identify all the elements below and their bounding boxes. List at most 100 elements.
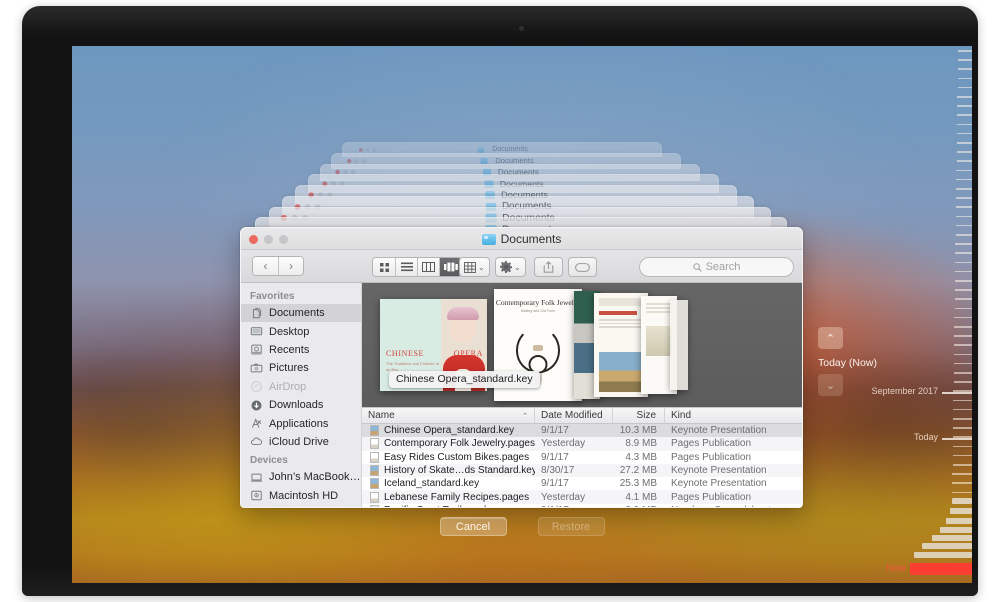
timeline-tick[interactable] — [957, 105, 972, 107]
timeline-tick[interactable] — [958, 68, 972, 70]
timeline-tick[interactable] — [953, 427, 972, 429]
timeline-bar[interactable] — [922, 543, 972, 549]
timeline-tick[interactable] — [955, 271, 972, 273]
column-header-size[interactable]: Size — [613, 408, 665, 423]
table-row[interactable]: Chinese Opera_standard.key9/1/1710.3 MBK… — [362, 424, 802, 437]
pages-doc-icon — [370, 452, 379, 463]
timeline-tick[interactable] — [953, 409, 972, 411]
timeline-tick-major[interactable] — [942, 438, 972, 440]
table-row[interactable]: Lebanese Family Recipes.pagesYesterday4.… — [362, 490, 802, 503]
timeline-tick[interactable] — [953, 464, 973, 466]
timeline-tick[interactable] — [955, 298, 972, 300]
coverflow-item-6[interactable] — [670, 300, 688, 390]
back-button[interactable]: ‹ — [253, 257, 278, 275]
timeline-tick[interactable] — [957, 142, 972, 144]
coverflow-preview[interactable]: CHINESE The Traditions and Folklore of a… — [362, 283, 802, 407]
list-view-button[interactable] — [395, 258, 417, 276]
sidebar-item-desktop[interactable]: Desktop — [241, 322, 361, 340]
timeline-tick[interactable] — [957, 151, 972, 153]
timeline-tick[interactable] — [954, 354, 972, 356]
timeline-tick[interactable] — [953, 446, 972, 448]
sidebar-item-airdrop[interactable]: AirDrop — [241, 378, 361, 396]
table-row[interactable]: Easy Rides Custom Bikes.pages9/1/174.3 M… — [362, 451, 802, 464]
timeline-tick[interactable] — [957, 124, 972, 126]
file-name-text: Lebanese Family Recipes.pages — [384, 492, 529, 503]
sidebar-item-macintosh-hd[interactable]: Macintosh HD — [241, 487, 361, 505]
column-header-name[interactable]: Name⌃ — [362, 408, 535, 423]
timeline-tick[interactable] — [954, 344, 972, 346]
time-machine-timeline[interactable]: Now September 2017Today — [822, 46, 972, 583]
timeline-bar[interactable] — [950, 508, 972, 514]
timeline-tick[interactable] — [955, 280, 972, 282]
timeline-tick[interactable] — [953, 455, 972, 457]
timeline-tick[interactable] — [952, 492, 972, 494]
timeline-bar[interactable] — [946, 518, 972, 524]
tag-button[interactable] — [568, 257, 597, 277]
file-size-cell: 4.1 MB — [613, 492, 665, 503]
timeline-tick[interactable] — [957, 160, 973, 162]
sidebar-item-applications[interactable]: Applications — [241, 414, 361, 432]
now-bar[interactable] — [910, 563, 972, 575]
timeline-bar[interactable] — [914, 552, 972, 558]
action-menu-button[interactable]: ⌄ — [495, 257, 526, 277]
search-input[interactable]: Search — [639, 257, 794, 277]
sidebar-item-downloads[interactable]: Downloads — [241, 396, 361, 414]
timeline-bar[interactable] — [932, 535, 972, 541]
timeline-tick[interactable] — [955, 243, 972, 245]
timeline-tick[interactable] — [956, 188, 972, 190]
timeline-tick[interactable] — [957, 96, 972, 98]
timeline-tick[interactable] — [955, 289, 972, 291]
timeline-tick[interactable] — [956, 234, 973, 236]
restore-button[interactable]: Restore — [538, 517, 605, 536]
table-row[interactable]: Pacific Crest Trail.numbers9/1/172.9 MBN… — [362, 504, 802, 507]
timeline-tick[interactable] — [956, 216, 972, 218]
timeline-tick[interactable] — [954, 381, 972, 383]
icon-view-button[interactable] — [373, 258, 395, 276]
table-row[interactable]: Iceland_standard.key9/1/1725.3 MBKeynote… — [362, 477, 802, 490]
timeline-tick[interactable] — [953, 418, 972, 420]
timeline-tick[interactable] — [956, 225, 972, 227]
timeline-tick[interactable] — [957, 133, 972, 135]
timeline-tick[interactable] — [957, 114, 972, 116]
timeline-tick[interactable] — [955, 308, 973, 310]
column-header-date[interactable]: Date Modified — [535, 408, 613, 423]
sidebar-item-icloud-drive[interactable]: iCloud Drive — [241, 433, 361, 451]
timeline-tick[interactable] — [954, 372, 972, 374]
timeline-tick[interactable] — [954, 326, 972, 328]
column-header-kind[interactable]: Kind — [665, 408, 802, 423]
timeline-tick[interactable] — [958, 87, 973, 89]
timeline-tick[interactable] — [958, 50, 972, 52]
sidebar-item-remote-disc[interactable]: Remote Disc — [241, 505, 361, 507]
file-list[interactable]: Chinese Opera_standard.key9/1/1710.3 MBK… — [362, 424, 802, 507]
timeline-tick[interactable] — [952, 482, 972, 484]
share-button[interactable] — [534, 257, 563, 277]
timeline-bar[interactable] — [940, 527, 972, 533]
timeline-tick[interactable] — [956, 206, 972, 208]
timeline-tick[interactable] — [954, 363, 972, 365]
timeline-bar[interactable] — [952, 498, 972, 504]
timeline-tick[interactable] — [954, 317, 972, 319]
table-row[interactable]: History of Skate…ds Standard.key8/30/172… — [362, 464, 802, 477]
timeline-tick[interactable] — [956, 179, 972, 181]
sidebar-item-pictures[interactable]: Pictures — [241, 359, 361, 377]
timeline-tick[interactable] — [958, 78, 972, 80]
table-row[interactable]: Contemporary Folk Jewelry.pagesYesterday… — [362, 437, 802, 450]
sidebar-item-recents[interactable]: Recents — [241, 341, 361, 359]
arrange-by-button[interactable]: ⌄ — [459, 257, 490, 277]
cancel-button[interactable]: Cancel — [440, 517, 507, 536]
coverflow-view-button[interactable] — [439, 258, 461, 276]
sidebar-item-documents[interactable]: Documents — [241, 304, 361, 322]
forward-button[interactable]: › — [278, 257, 303, 275]
timeline-tick[interactable] — [955, 262, 972, 264]
timeline-tick[interactable] — [955, 252, 972, 254]
timeline-tick-major[interactable] — [942, 392, 972, 394]
sidebar-item-john-s-macbook[interactable]: John’s MacBook… — [241, 468, 361, 486]
timeline-tick[interactable] — [956, 197, 972, 199]
timeline-tick[interactable] — [956, 170, 972, 172]
timeline-tick[interactable] — [954, 335, 972, 337]
coverflow-item-4[interactable] — [594, 293, 648, 397]
column-view-button[interactable] — [417, 258, 439, 276]
timeline-tick[interactable] — [958, 59, 972, 61]
timeline-tick[interactable] — [952, 473, 972, 475]
timeline-tick[interactable] — [953, 400, 972, 402]
